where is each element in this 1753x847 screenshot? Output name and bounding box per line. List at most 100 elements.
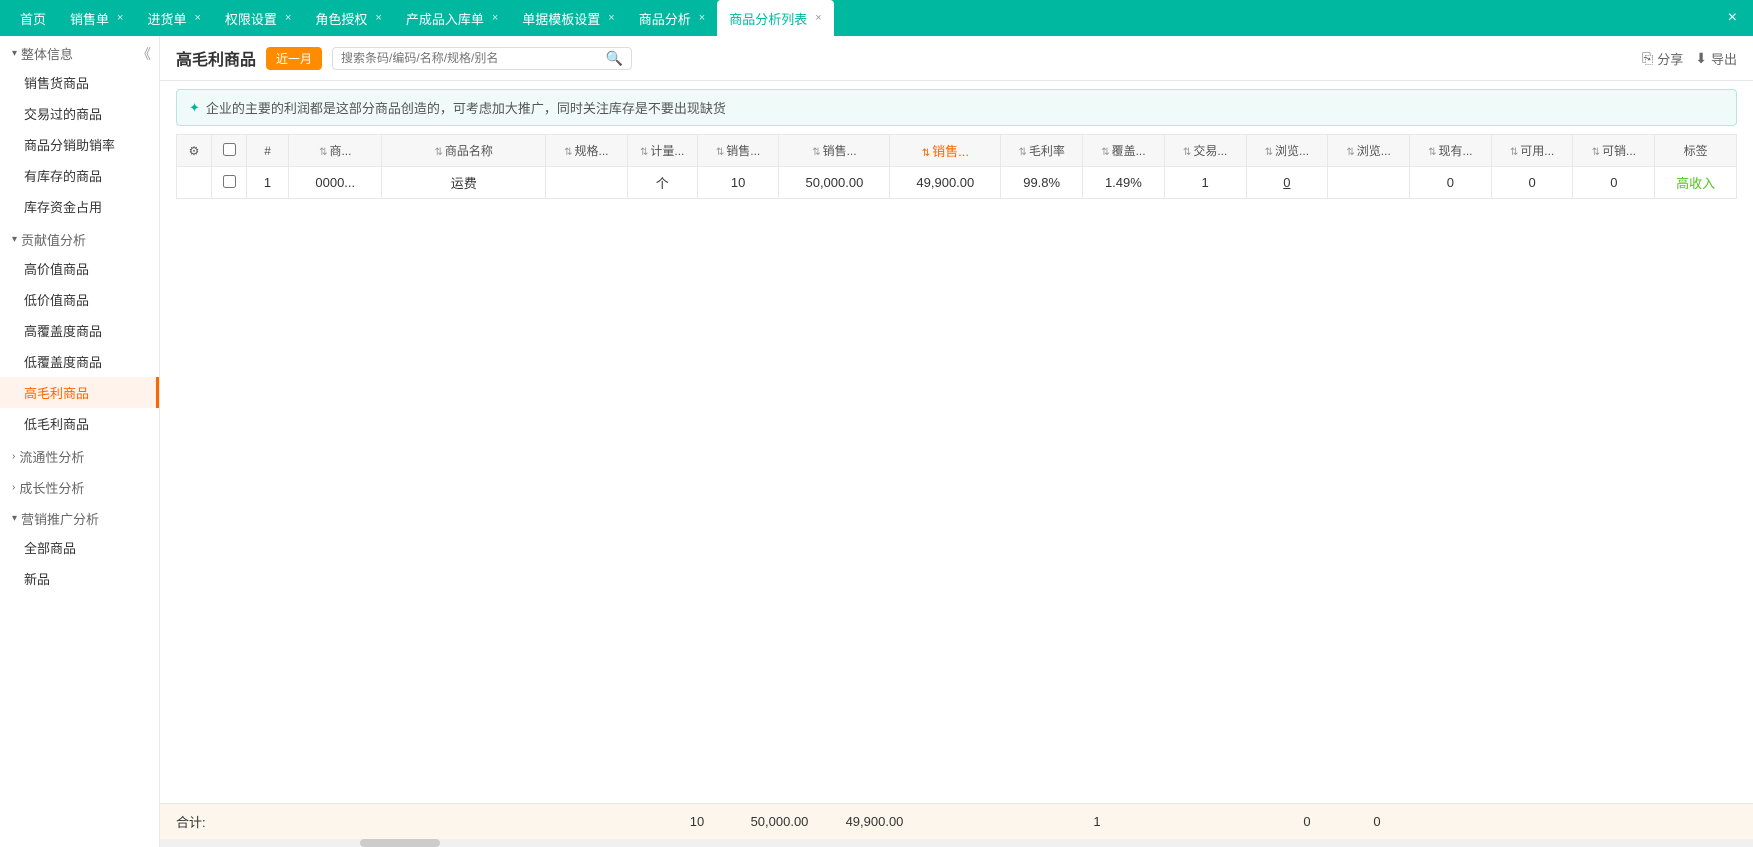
tab-analysis-list-close[interactable]: ×	[815, 12, 821, 24]
col-checkbox[interactable]	[212, 135, 247, 167]
sidebar-group-overall-arrow: ▾	[12, 48, 17, 59]
cell-code: 0000...	[289, 167, 382, 199]
footer-current: 0	[1272, 814, 1342, 829]
col-spec[interactable]: ⇅规格...	[545, 135, 627, 167]
cell-sales-qty: 10	[697, 167, 779, 199]
footer-cells: 10 50,000.00 49,900.00 1 0 0	[216, 814, 1737, 829]
table-header-row: ⚙ # ⇅商... ⇅商品名称 ⇅规格... ⇅计量... ⇅销售... ⇅销售…	[177, 135, 1737, 167]
col-sales-profit[interactable]: ⇅销售...	[890, 135, 1001, 167]
col-num: #	[247, 135, 289, 167]
col-sales-qty[interactable]: ⇅销售...	[697, 135, 779, 167]
content-area: 高毛利商品 近一月 🔍 ⎘ 分享 ⬇ 导出 ✦ 企业的主要的利润都是这部分商品创…	[160, 36, 1753, 847]
sidebar-group-contribution-arrow: ▾	[12, 234, 17, 245]
footer-views1	[1132, 814, 1202, 829]
col-sales-amt[interactable]: ⇅销售...	[779, 135, 890, 167]
tab-template[interactable]: 单据模板设置 ×	[510, 0, 626, 36]
table-container[interactable]: ⚙ # ⇅商... ⇅商品名称 ⇅规格... ⇅计量... ⇅销售... ⇅销售…	[160, 134, 1753, 803]
tab-permission-close[interactable]: ×	[285, 12, 291, 24]
col-views2[interactable]: ⇅浏览...	[1328, 135, 1410, 167]
tab-permission[interactable]: 权限设置 ×	[213, 0, 303, 36]
footer-gross-rate	[922, 814, 992, 829]
tab-home[interactable]: 首页	[8, 0, 58, 36]
select-all-checkbox[interactable]	[223, 143, 236, 156]
sidebar-group-contribution[interactable]: ▾ 贡献值分析	[0, 222, 159, 253]
share-button[interactable]: ⎘ 分享	[1642, 49, 1683, 68]
page-title: 高毛利商品	[176, 46, 256, 70]
tab-purchase-close[interactable]: ×	[194, 12, 200, 24]
sidebar-group-marketing[interactable]: ▾ 营销推广分析	[0, 501, 159, 532]
footer-transactions: 1	[1062, 814, 1132, 829]
col-gross-rate[interactable]: ⇅毛利率	[1001, 135, 1083, 167]
sidebar-item-low-coverage[interactable]: 低覆盖度商品	[0, 346, 159, 377]
sidebar-item-high-margin[interactable]: 高毛利商品	[0, 377, 159, 408]
cell-checkbox[interactable]	[212, 167, 247, 199]
tab-analysis-close[interactable]: ×	[699, 12, 705, 24]
cell-views1: 0	[1246, 167, 1328, 199]
tab-purchase[interactable]: 进货单 ×	[135, 0, 212, 36]
sidebar-item-all-goods[interactable]: 全部商品	[0, 532, 159, 563]
sidebar-item-capital[interactable]: 库存资金占用	[0, 191, 159, 222]
sidebar-group-growth-arrow: ›	[12, 482, 15, 493]
sidebar-item-high-value[interactable]: 高价值商品	[0, 253, 159, 284]
search-box: 🔍	[332, 47, 632, 70]
main-layout: 《 ▾ 整体信息 销售货商品 交易过的商品 商品分销助销率 有库存的商品 库存资…	[0, 36, 1753, 847]
footer-sales-amt: 50,000.00	[732, 814, 827, 829]
search-input[interactable]	[341, 51, 602, 65]
sidebar-item-new-goods[interactable]: 新品	[0, 563, 159, 594]
info-banner: ✦ 企业的主要的利润都是这部分商品创造的，可考虑加大推广，同时关注库存是不要出现…	[176, 89, 1737, 126]
col-transactions[interactable]: ⇅交易...	[1164, 135, 1246, 167]
cell-available: 0	[1491, 167, 1573, 199]
col-unit[interactable]: ⇅计量...	[627, 135, 697, 167]
sidebar-group-liquidity[interactable]: › 流通性分析	[0, 439, 159, 470]
tab-product-warehouse-close[interactable]: ×	[492, 12, 498, 24]
tab-analysis[interactable]: 商品分析 ×	[627, 0, 717, 36]
row-checkbox[interactable]	[223, 175, 236, 188]
col-sellable[interactable]: ⇅可销...	[1573, 135, 1655, 167]
sidebar-group-marketing-arrow: ▾	[12, 513, 17, 524]
tab-product-warehouse[interactable]: 产成品入库单 ×	[394, 0, 510, 36]
footer-bar: 合计: 10 50,000.00 49,900.00 1 0 0	[160, 803, 1753, 839]
search-icon[interactable]: 🔍	[606, 50, 623, 67]
col-available[interactable]: ⇅可用...	[1491, 135, 1573, 167]
cell-sales-amt: 50,000.00	[779, 167, 890, 199]
tab-template-close[interactable]: ×	[608, 12, 614, 24]
sidebar-item-instock[interactable]: 有库存的商品	[0, 160, 159, 191]
col-current[interactable]: ⇅现有...	[1409, 135, 1491, 167]
sidebar-item-low-value[interactable]: 低价值商品	[0, 284, 159, 315]
footer-sales-profit: 49,900.00	[827, 814, 922, 829]
tab-sales-close[interactable]: ×	[117, 12, 123, 24]
col-name[interactable]: ⇅商品名称	[382, 135, 545, 167]
sidebar-item-distribution[interactable]: 商品分销助销率	[0, 129, 159, 160]
sidebar-item-sales-goods[interactable]: 销售货商品	[0, 67, 159, 98]
export-button[interactable]: ⬇ 导出	[1695, 49, 1737, 68]
scrollbar-thumb[interactable]	[360, 839, 440, 847]
header-actions: ⎘ 分享 ⬇ 导出	[1642, 49, 1737, 68]
col-views1[interactable]: ⇅浏览...	[1246, 135, 1328, 167]
horizontal-scrollbar[interactable]	[160, 839, 1753, 847]
cell-name: 运费	[382, 167, 545, 199]
sidebar-collapse-button[interactable]: 《	[137, 44, 151, 64]
sidebar-group-overall[interactable]: ▾ 整体信息	[0, 36, 159, 67]
cell-sales-profit: 49,900.00	[890, 167, 1001, 199]
sidebar-item-high-coverage[interactable]: 高覆盖度商品	[0, 315, 159, 346]
cell-coverage: 1.49%	[1083, 167, 1165, 199]
table-row: 1 0000... 运费 个 10 50,000.00 49,900.00 99…	[177, 167, 1737, 199]
sidebar-group-growth[interactable]: › 成长性分析	[0, 470, 159, 501]
cell-num: 1	[247, 167, 289, 199]
tab-role-close[interactable]: ×	[375, 12, 381, 24]
col-coverage[interactable]: ⇅覆盖...	[1083, 135, 1165, 167]
cell-settings	[177, 167, 212, 199]
tab-analysis-list[interactable]: 商品分析列表 ×	[717, 0, 833, 36]
col-settings[interactable]: ⚙	[177, 135, 212, 167]
col-code[interactable]: ⇅商...	[289, 135, 382, 167]
sidebar-item-low-margin[interactable]: 低毛利商品	[0, 408, 159, 439]
tab-sales[interactable]: 销售单 ×	[58, 0, 135, 36]
sidebar: 《 ▾ 整体信息 销售货商品 交易过的商品 商品分销助销率 有库存的商品 库存资…	[0, 36, 160, 847]
tab-role[interactable]: 角色授权 ×	[303, 0, 393, 36]
footer-sales-qty: 10	[662, 814, 732, 829]
sidebar-item-traded[interactable]: 交易过的商品	[0, 98, 159, 129]
footer-views2	[1202, 814, 1272, 829]
col-tag: 标签	[1655, 135, 1737, 167]
filter-month-button[interactable]: 近一月	[266, 47, 322, 70]
close-all-button[interactable]: ×	[1720, 9, 1745, 27]
